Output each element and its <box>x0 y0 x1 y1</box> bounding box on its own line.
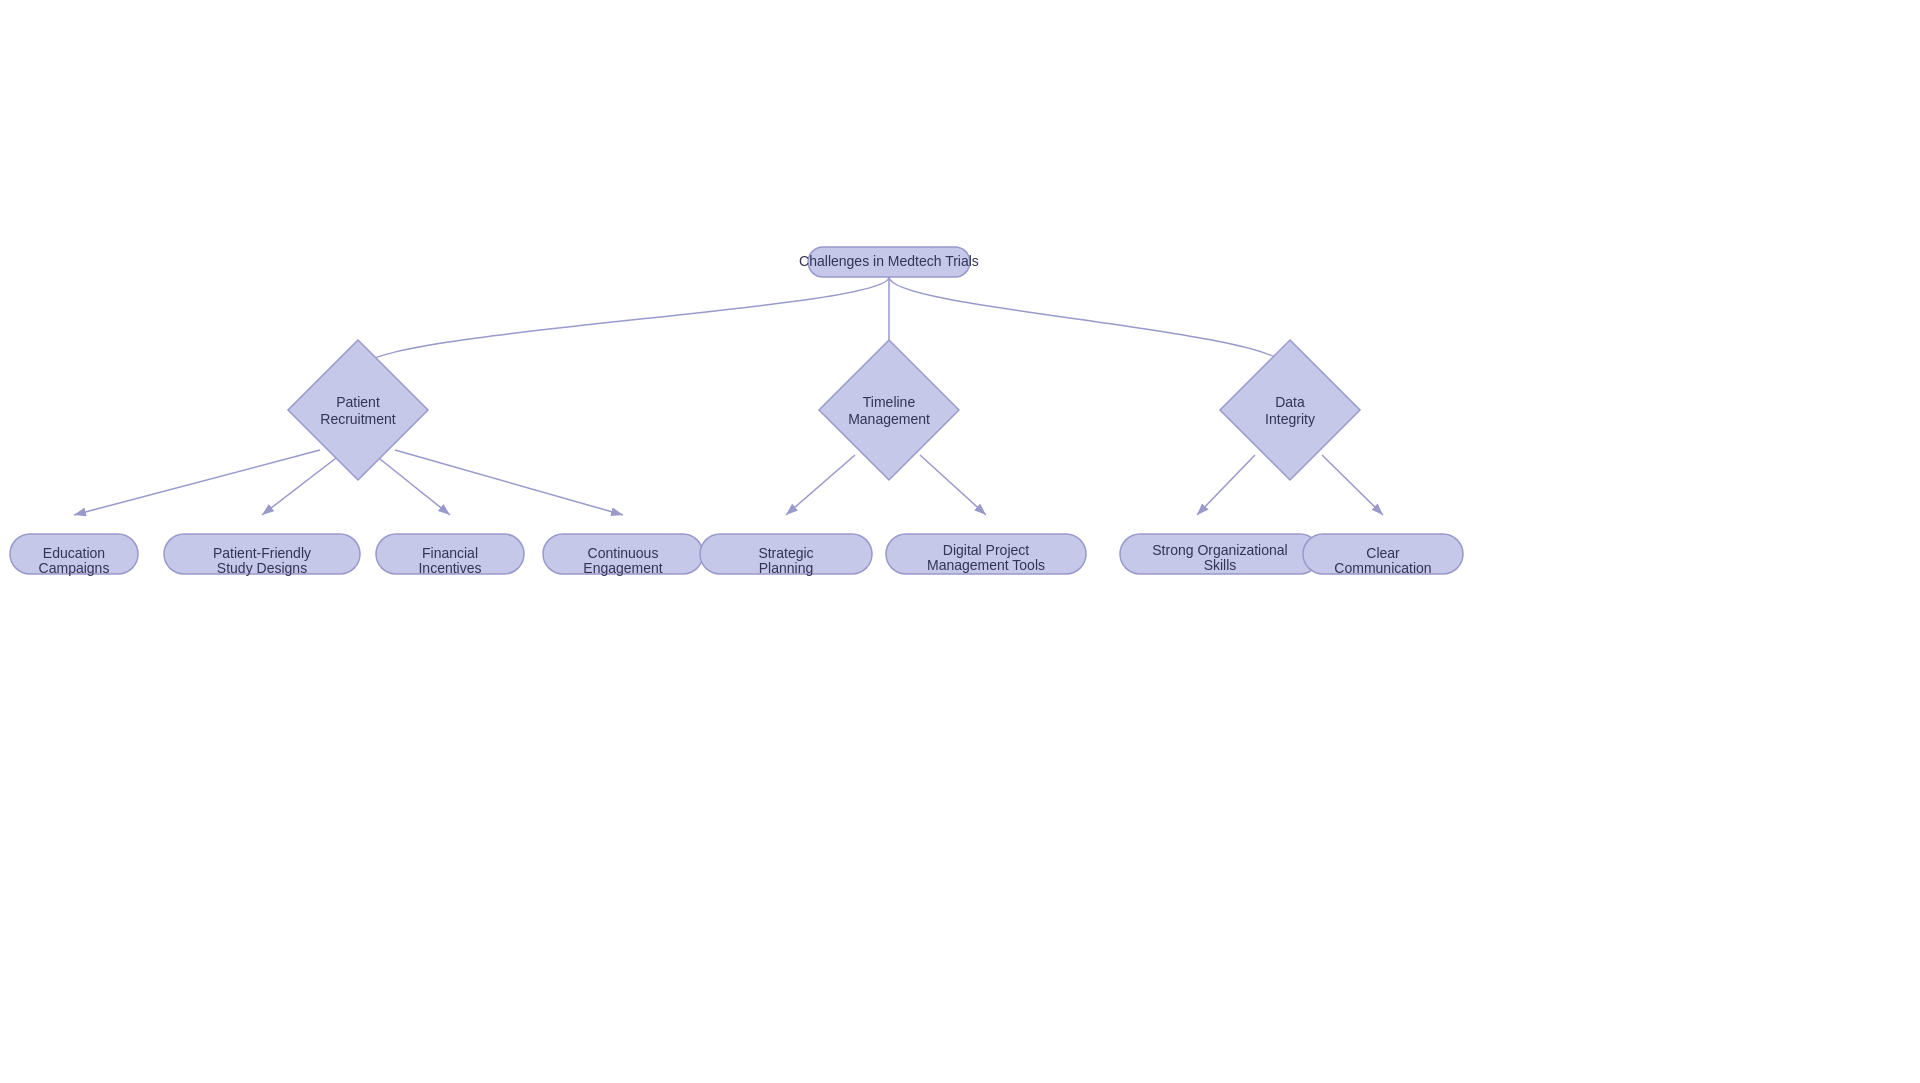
connector-data-comm <box>1322 455 1383 515</box>
patient-recruitment-node: Patient Recruitment <box>288 340 428 480</box>
timeline-label: Timeline <box>863 394 916 410</box>
connector-patient-friendly <box>262 455 340 515</box>
strategic-planning-node: Strategic Planning <box>700 534 872 576</box>
financial-incentives-label: Financial <box>422 545 478 561</box>
root-node-label: Challenges in Medtech Trials <box>799 253 979 269</box>
patient-label: Patient <box>336 394 380 410</box>
patient-friendly-label: Patient-Friendly <box>213 545 311 561</box>
education-campaigns-node: Education Campaigns <box>10 534 138 576</box>
digital-project-label2: Management Tools <box>927 557 1045 573</box>
education-campaigns-label2: Campaigns <box>39 560 110 576</box>
connector-patient-continuous <box>395 450 623 515</box>
digital-project-label: Digital Project <box>943 542 1029 558</box>
patient-friendly-label2: Study Designs <box>217 560 307 576</box>
continuous-engagement-label2: Engagement <box>583 560 663 576</box>
connector-root-patient <box>358 277 889 370</box>
strong-org-label2: Skills <box>1204 557 1237 573</box>
strategic-planning-label: Strategic <box>758 545 813 561</box>
clear-comm-label: Clear <box>1366 545 1400 561</box>
timeline-label2: Management <box>848 411 930 427</box>
patient-friendly-node: Patient-Friendly Study Designs <box>164 534 360 576</box>
strong-org-label: Strong Organizational <box>1152 542 1287 558</box>
digital-project-node: Digital Project Management Tools <box>886 534 1086 574</box>
data-integrity-node: Data Integrity <box>1220 340 1360 480</box>
education-campaigns-label: Education <box>43 545 105 561</box>
connector-patient-edu <box>74 450 320 515</box>
clear-comm-node: Clear Communication <box>1303 534 1463 576</box>
financial-incentives-label2: Incentives <box>418 560 481 576</box>
connector-root-data <box>889 277 1290 370</box>
connector-data-org <box>1197 455 1255 515</box>
mind-map-svg: Challenges in Medtech Trials Patient Rec… <box>0 0 1920 1083</box>
strategic-planning-label2: Planning <box>759 560 814 576</box>
data-label2: Integrity <box>1265 411 1315 427</box>
root-node: Challenges in Medtech Trials <box>799 247 979 277</box>
strong-org-node: Strong Organizational Skills <box>1120 534 1320 574</box>
data-label: Data <box>1275 394 1305 410</box>
financial-incentives-node: Financial Incentives <box>376 534 524 576</box>
patient-label2: Recruitment <box>320 411 396 427</box>
timeline-management-node: Timeline Management <box>819 340 959 480</box>
connector-timeline-strategic <box>786 455 855 515</box>
connector-patient-financial <box>375 455 450 515</box>
connector-timeline-digital <box>920 455 986 515</box>
continuous-engagement-label: Continuous <box>588 545 659 561</box>
continuous-engagement-node: Continuous Engagement <box>543 534 703 576</box>
clear-comm-label2: Communication <box>1334 560 1431 576</box>
